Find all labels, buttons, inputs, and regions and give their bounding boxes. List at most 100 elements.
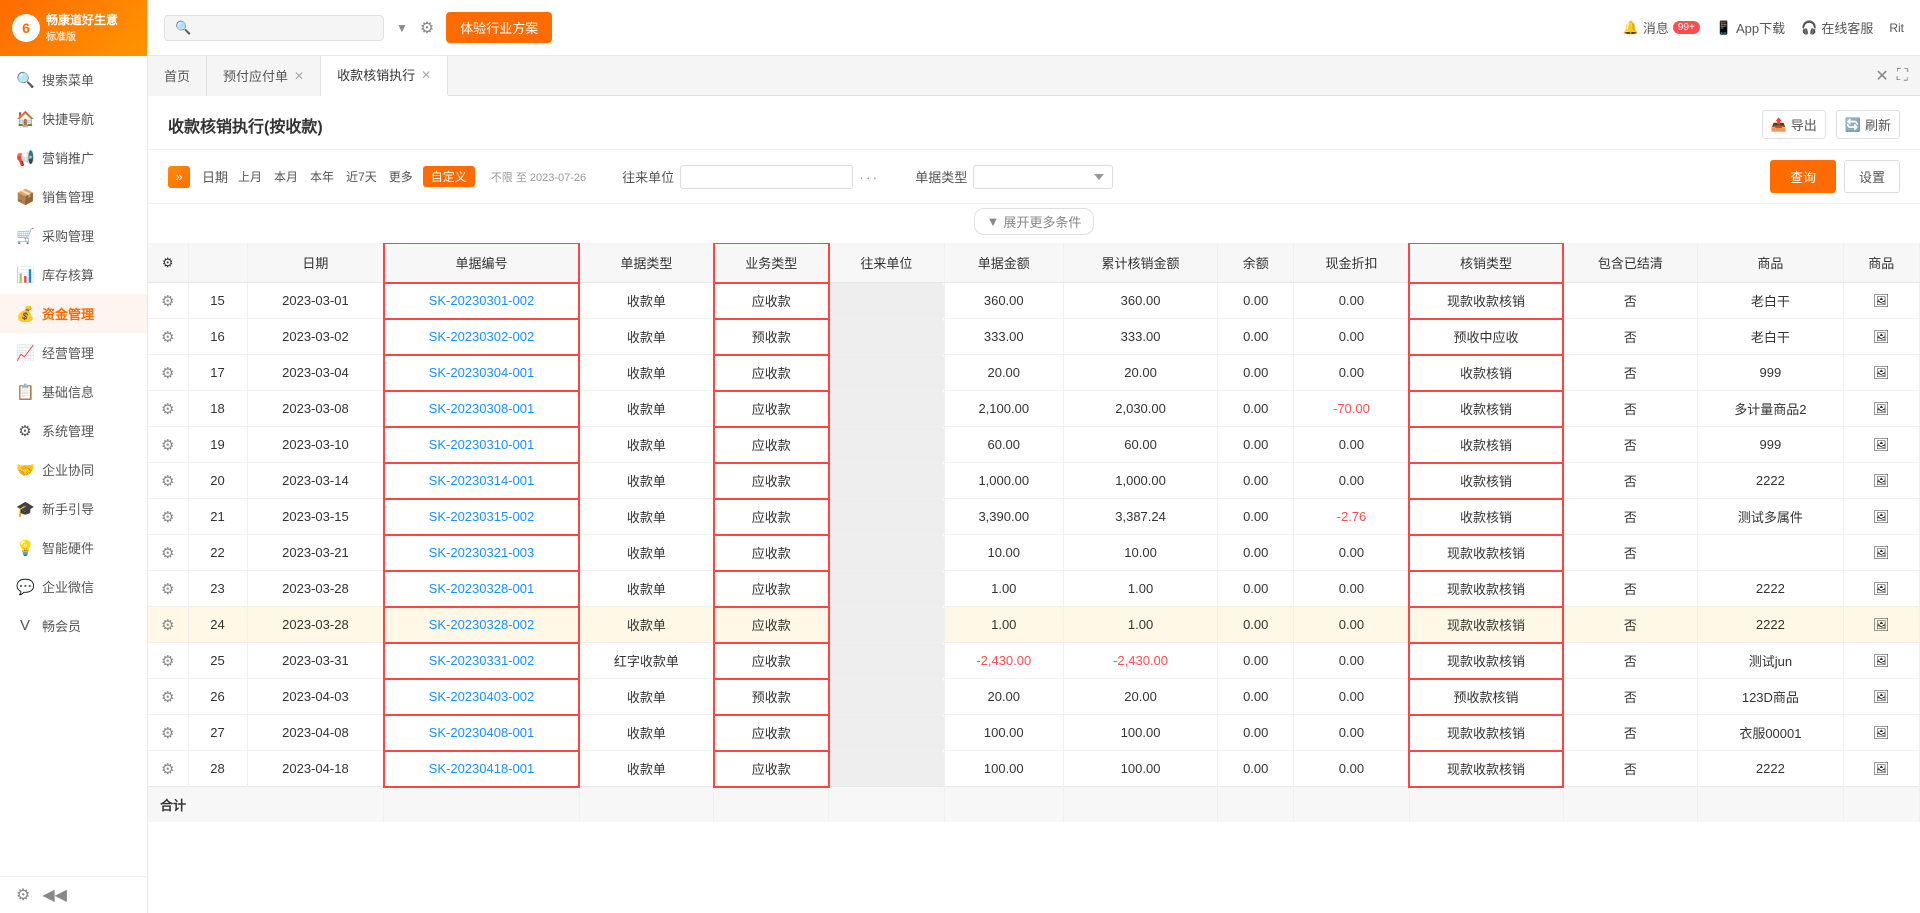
sidebar-item-enterprise[interactable]: 🤝企业协同 [0, 450, 147, 489]
cell-doc_no[interactable]: SK-20230302-002 [384, 319, 579, 355]
doc-link[interactable]: SK-20230310-001 [429, 437, 535, 452]
date-opt-本年[interactable]: 本年 [306, 166, 338, 187]
sidebar-item-operation[interactable]: 📈经营管理 [0, 333, 147, 372]
cell-doc_no[interactable]: SK-20230314-001 [384, 463, 579, 499]
table-row[interactable]: ⚙282023-04-18SK-20230418-001收款单应收款 100.0… [148, 751, 1920, 787]
doc-link[interactable]: SK-20230315-002 [429, 509, 535, 524]
table-row[interactable]: ⚙182023-03-08SK-20230308-001收款单应收款 2,100… [148, 391, 1920, 427]
cell-doc_no[interactable]: SK-20230308-001 [384, 391, 579, 427]
refresh-btn[interactable]: 🔄 刷新 [1836, 110, 1900, 139]
date-opt-上月[interactable]: 上月 [234, 166, 266, 187]
cell-gear[interactable]: ⚙ [148, 355, 188, 391]
doc-link[interactable]: SK-20230302-002 [429, 329, 535, 344]
filter-collapse-btn[interactable]: » [168, 166, 190, 188]
partner-input[interactable] [680, 165, 853, 189]
query-btn[interactable]: 查询 [1770, 160, 1836, 193]
cell-gear[interactable]: ⚙ [148, 571, 188, 607]
tab-close-receipt-exec[interactable]: ✕ [421, 68, 431, 82]
tab-close-prepay[interactable]: ✕ [294, 69, 304, 83]
tab-receipt-exec[interactable]: 收款核销执行✕ [321, 56, 448, 96]
table-row[interactable]: ⚙272023-04-08SK-20230408-001收款单应收款 100.0… [148, 715, 1920, 751]
sidebar-item-guide[interactable]: 🎓新手引导 [0, 489, 147, 528]
table-row[interactable]: ⚙162023-03-02SK-20230302-002收款单预收款 333.0… [148, 319, 1920, 355]
topbar-search[interactable]: 🔍 [164, 15, 384, 41]
cell-gear[interactable]: ⚙ [148, 607, 188, 643]
sidebar-item-inventory[interactable]: 📊库存核算 [0, 255, 147, 294]
tab-prepay[interactable]: 预付应付单✕ [207, 56, 321, 96]
topbar-service[interactable]: 🎧 在线客服 [1801, 18, 1873, 37]
sidebar-item-purchase[interactable]: 🛒采购管理 [0, 216, 147, 255]
table-row[interactable]: ⚙242023-03-28SK-20230328-002收款单应收款 1.001… [148, 607, 1920, 643]
topbar-app[interactable]: 📱 App下载 [1716, 18, 1785, 37]
table-row[interactable]: ⚙202023-03-14SK-20230314-001收款单应收款 1,000… [148, 463, 1920, 499]
topbar-dropdown[interactable]: ▼ [396, 21, 408, 35]
industry-btn[interactable]: 体验行业方案 [446, 12, 552, 43]
cell-gear[interactable]: ⚙ [148, 643, 188, 679]
maximize-btn[interactable]: ⛶ [1897, 67, 1908, 85]
doc-link[interactable]: SK-20230308-001 [429, 401, 535, 416]
tab-home[interactable]: 首页 [148, 56, 207, 96]
sidebar-item-hardware[interactable]: 💡智能硬件 [0, 528, 147, 567]
cell-gear[interactable]: ⚙ [148, 751, 188, 787]
doc-link[interactable]: SK-20230403-002 [429, 689, 535, 704]
date-opt-近7天[interactable]: 近7天 [342, 166, 381, 187]
sidebar-item-sales[interactable]: 📦销售管理 [0, 177, 147, 216]
doc-link[interactable]: SK-20230331-002 [429, 653, 535, 668]
cell-gear[interactable]: ⚙ [148, 463, 188, 499]
sidebar-item-marketing[interactable]: 📢营销推广 [0, 138, 147, 177]
settings-icon[interactable]: ⚙ [16, 885, 30, 905]
table-row[interactable]: ⚙262023-04-03SK-20230403-002收款单预收款 20.00… [148, 679, 1920, 715]
doc-link[interactable]: SK-20230408-001 [429, 725, 535, 740]
table-row[interactable]: ⚙192023-03-10SK-20230310-001收款单应收款 60.00… [148, 427, 1920, 463]
custom-date-btn[interactable]: 自定义 [423, 166, 475, 187]
cell-gear[interactable]: ⚙ [148, 391, 188, 427]
cell-gear[interactable]: ⚙ [148, 427, 188, 463]
collapse-icon[interactable]: ◀◀ [42, 885, 67, 905]
cell-gear[interactable]: ⚙ [148, 319, 188, 355]
doc-link[interactable]: SK-20230321-003 [429, 545, 535, 560]
sidebar-item-search[interactable]: 🔍搜索菜单 [0, 60, 147, 99]
close-window-btn[interactable]: ✕ [1875, 66, 1888, 86]
table-row[interactable]: ⚙212023-03-15SK-20230315-002收款单应收款 3,390… [148, 499, 1920, 535]
topbar-gear-icon[interactable]: ⚙ [420, 18, 434, 38]
date-opt-本月[interactable]: 本月 [270, 166, 302, 187]
table-row[interactable]: ⚙152023-03-01SK-20230301-002收款单应收款 360.0… [148, 283, 1920, 319]
cell-doc_no[interactable]: SK-20230301-002 [384, 283, 579, 319]
cell-doc_no[interactable]: SK-20230408-001 [384, 715, 579, 751]
doctype-select[interactable]: 收款单 红字收款单 [973, 165, 1113, 189]
table-row[interactable]: ⚙252023-03-31SK-20230331-002红字收款单应收款 -2,… [148, 643, 1920, 679]
sidebar-item-finance[interactable]: 💰资金管理 [0, 294, 147, 333]
topbar-messages[interactable]: 🔔 消息 99+ [1623, 18, 1700, 37]
table-row[interactable]: ⚙232023-03-28SK-20230328-001收款单应收款 1.001… [148, 571, 1920, 607]
sidebar-item-system[interactable]: ⚙系统管理 [0, 411, 147, 450]
date-opt-更多[interactable]: 更多 [385, 166, 417, 187]
sidebar-item-basic[interactable]: 📋基础信息 [0, 372, 147, 411]
table-row[interactable]: ⚙222023-03-21SK-20230321-003收款单应收款 10.00… [148, 535, 1920, 571]
cell-doc_no[interactable]: SK-20230310-001 [384, 427, 579, 463]
cell-doc_no[interactable]: SK-20230315-002 [384, 499, 579, 535]
cell-doc_no[interactable]: SK-20230321-003 [384, 535, 579, 571]
cell-doc_no[interactable]: SK-20230403-002 [384, 679, 579, 715]
export-btn[interactable]: 📤 导出 [1762, 110, 1826, 139]
cell-gear[interactable]: ⚙ [148, 283, 188, 319]
cell-doc_no[interactable]: SK-20230304-001 [384, 355, 579, 391]
doc-link[interactable]: SK-20230328-001 [429, 581, 535, 596]
expand-more-btn[interactable]: ▼ 展开更多条件 [974, 208, 1095, 235]
cell-doc_no[interactable]: SK-20230418-001 [384, 751, 579, 787]
cell-gear[interactable]: ⚙ [148, 535, 188, 571]
doc-link[interactable]: SK-20230314-001 [429, 473, 535, 488]
doc-link[interactable]: SK-20230301-002 [429, 293, 535, 308]
sidebar-item-member[interactable]: V畅会员 [0, 606, 147, 645]
cell-gear[interactable]: ⚙ [148, 499, 188, 535]
cell-gear[interactable]: ⚙ [148, 679, 188, 715]
table-row[interactable]: ⚙172023-03-04SK-20230304-001收款单应收款 20.00… [148, 355, 1920, 391]
sidebar-item-shortcut[interactable]: 🏠快捷导航 [0, 99, 147, 138]
cell-doc_no[interactable]: SK-20230328-002 [384, 607, 579, 643]
topbar-user[interactable]: Rit [1889, 21, 1904, 35]
doc-link[interactable]: SK-20230418-001 [429, 761, 535, 776]
doc-link[interactable]: SK-20230304-001 [429, 365, 535, 380]
cell-doc_no[interactable]: SK-20230328-001 [384, 571, 579, 607]
sidebar-item-wechat[interactable]: 💬企业微信 [0, 567, 147, 606]
settings-btn[interactable]: 设置 [1844, 160, 1900, 193]
cell-doc_no[interactable]: SK-20230331-002 [384, 643, 579, 679]
